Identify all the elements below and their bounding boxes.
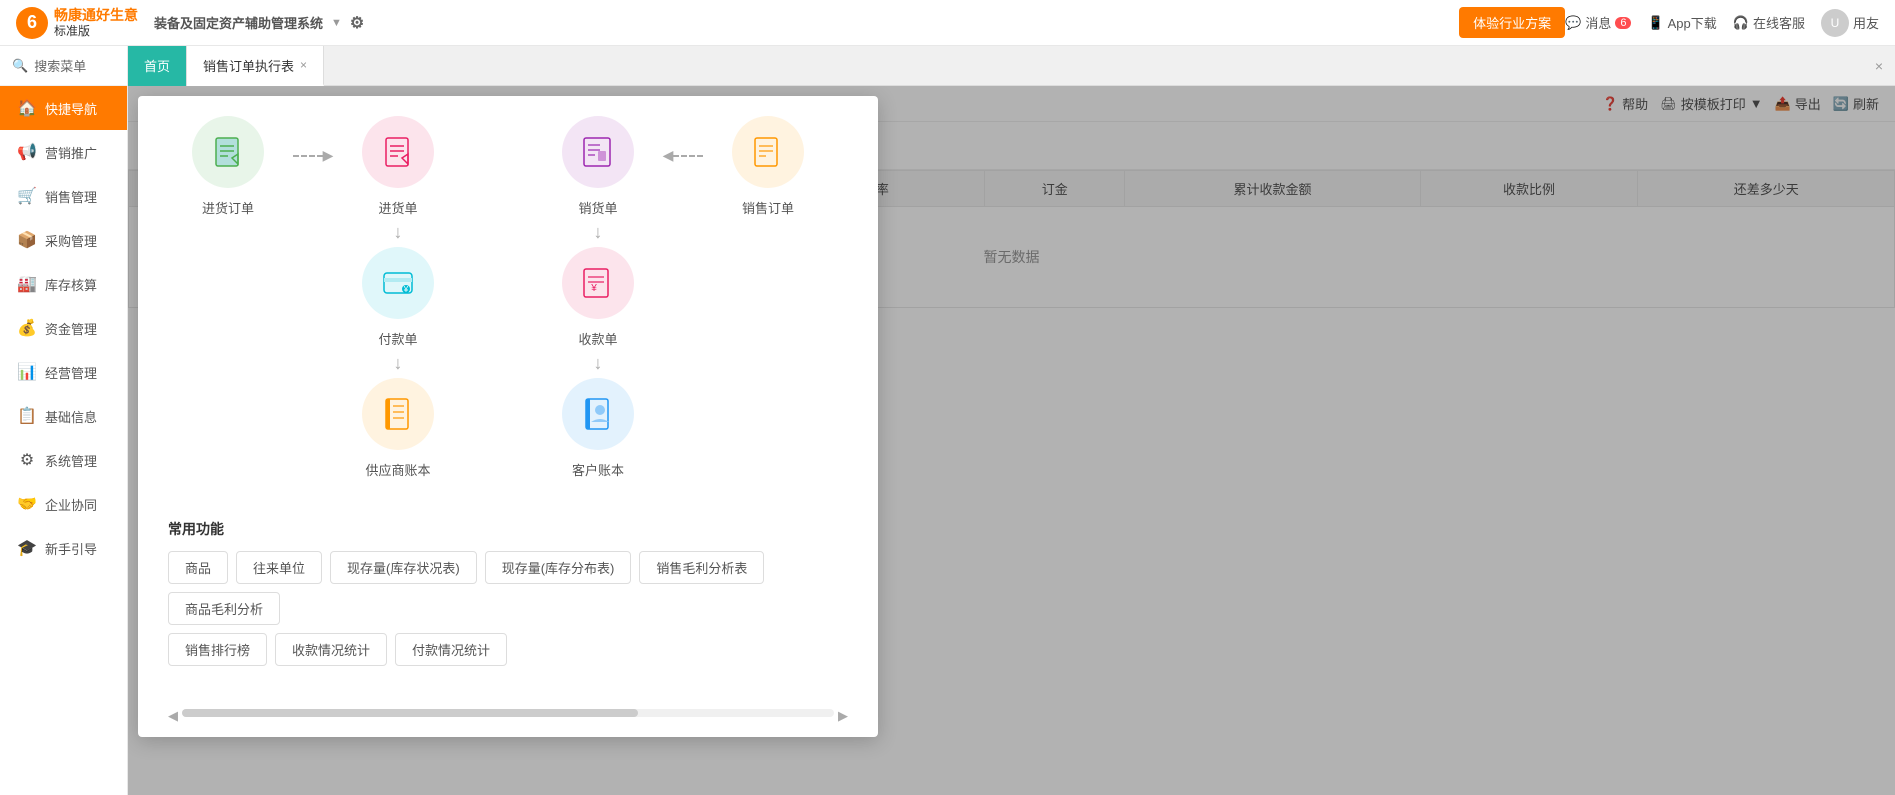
enterprise-icon: 🤝 bbox=[17, 494, 37, 514]
flow-sale-order[interactable]: 销售订单 bbox=[732, 116, 804, 217]
sidebar-item-quicknav[interactable]: 🏠 快捷导航 bbox=[0, 86, 127, 130]
scroll-thumb bbox=[182, 709, 638, 717]
func-btn-sales-rank[interactable]: 销售排行榜 bbox=[168, 633, 267, 666]
func-buttons-row-2: 销售排行榜 收款情况统计 付款情况统计 bbox=[168, 633, 848, 666]
system-icon: ⚙ bbox=[17, 450, 37, 470]
message-action[interactable]: 💬 消息 6 bbox=[1565, 13, 1631, 32]
flow-purchase-bill[interactable]: 进货单 bbox=[362, 116, 434, 217]
modal-overlay: 进货订单 ▶ bbox=[128, 86, 1895, 795]
sale-bill-circle bbox=[562, 116, 634, 188]
dropdown-icon[interactable]: ▼ bbox=[331, 17, 342, 29]
message-icon: 💬 bbox=[1565, 15, 1581, 31]
flow-supplier-ledger[interactable]: 供应商账本 bbox=[362, 378, 434, 479]
payment-bill-circle: ¥ bbox=[362, 247, 434, 319]
sidebar-item-sales[interactable]: 🛒 销售管理 bbox=[0, 174, 127, 218]
sidebar-item-guide[interactable]: 🎓 新手引导 bbox=[0, 526, 127, 570]
sale-order-circle bbox=[732, 116, 804, 188]
tab-home[interactable]: 首页 bbox=[128, 46, 187, 86]
flow-payment-bill[interactable]: ¥ 付款单 bbox=[362, 247, 434, 348]
top-actions: 💬 消息 6 📱 App下载 🎧 在线客服 U 用友 bbox=[1565, 9, 1879, 37]
basic-icon: 📋 bbox=[17, 406, 37, 426]
func-btn-inventory-dist[interactable]: 现存量(库存分布表) bbox=[485, 551, 632, 584]
close-all-tabs[interactable]: × bbox=[1863, 58, 1895, 74]
arrow-down-purchase-bill: ↓ bbox=[394, 217, 403, 247]
arrow-down-sale-bill: ↓ bbox=[594, 217, 603, 247]
common-functions-title: 常用功能 bbox=[168, 519, 848, 539]
arrow-sale-order-to-bill: ◀ bbox=[663, 147, 704, 164]
sidebar-item-basic[interactable]: 📋 基础信息 bbox=[0, 394, 127, 438]
modal-scrollbar[interactable]: ◀ ▶ bbox=[138, 704, 878, 737]
customer-ledger-circle bbox=[562, 378, 634, 450]
sales-icon: 🛒 bbox=[17, 186, 37, 206]
scroll-left-icon[interactable]: ◀ bbox=[168, 708, 178, 724]
search-menu[interactable]: 🔍 搜索菜单 bbox=[0, 46, 127, 86]
sidebar-item-marketing[interactable]: 📢 营销推广 bbox=[0, 130, 127, 174]
func-btn-product[interactable]: 商品 bbox=[168, 551, 228, 584]
func-btn-product-margin[interactable]: 商品毛利分析 bbox=[168, 592, 280, 625]
flow-customer-ledger[interactable]: 客户账本 bbox=[562, 378, 634, 479]
func-btn-inventory-status[interactable]: 现存量(库存状况表) bbox=[330, 551, 477, 584]
scroll-right-icon[interactable]: ▶ bbox=[838, 708, 848, 724]
svg-text:¥: ¥ bbox=[590, 283, 597, 294]
content-area: 首页 销售订单执行表 × × ❓ 帮助 🖨 bbox=[128, 46, 1895, 795]
inventory-icon: 🏭 bbox=[17, 274, 37, 294]
common-functions: 常用功能 商品 往来单位 现存量(库存状况表) 现存量(库存分布表) 销售毛利分… bbox=[168, 519, 848, 666]
svg-text:¥: ¥ bbox=[403, 285, 409, 294]
logo-icon: 6 bbox=[16, 7, 48, 39]
sidebar-item-inventory[interactable]: 🏭 库存核算 bbox=[0, 262, 127, 306]
func-btn-sales-margin[interactable]: 销售毛利分析表 bbox=[639, 551, 764, 584]
purchase-bill-circle bbox=[362, 116, 434, 188]
func-buttons-row-1: 商品 往来单位 现存量(库存状况表) 现存量(库存分布表) 销售毛利分析表 商品… bbox=[168, 551, 848, 625]
modal-box: 进货订单 ▶ bbox=[138, 96, 878, 737]
flow-receipt-bill[interactable]: ¥ 收款单 bbox=[562, 247, 634, 348]
service-icon: 🎧 bbox=[1733, 15, 1749, 31]
arrow-down-payment: ↓ bbox=[394, 348, 403, 378]
sidebar: 🔍 搜索菜单 🏠 快捷导航 📢 营销推广 🛒 销售管理 📦 采购管理 🏭 bbox=[0, 46, 128, 795]
user-action[interactable]: U 用友 bbox=[1821, 9, 1879, 37]
scroll-track[interactable] bbox=[182, 709, 834, 717]
receipt-bill-circle: ¥ bbox=[562, 247, 634, 319]
sidebar-item-operations[interactable]: 📊 经营管理 bbox=[0, 350, 127, 394]
online-service-action[interactable]: 🎧 在线客服 bbox=[1733, 13, 1805, 32]
purchase-icon: 📦 bbox=[17, 230, 37, 250]
flow-diagram: 进货订单 ▶ bbox=[168, 116, 848, 509]
page-content: ❓ 帮助 🖨 按模板打印 ▼ 📤 导出 🔄 刷新 bbox=[128, 86, 1895, 795]
func-btn-payment-stat[interactable]: 付款情况统计 bbox=[395, 633, 507, 666]
logo-area: 6 畅康通好生意 标准版 bbox=[16, 6, 138, 40]
flow-purchase-order[interactable]: 进货订单 bbox=[192, 116, 264, 217]
arrow-down-receipt: ↓ bbox=[594, 348, 603, 378]
sidebar-item-purchase[interactable]: 📦 采购管理 bbox=[0, 218, 127, 262]
modal-content: 进货订单 ▶ bbox=[138, 96, 878, 704]
system-title: 装备及固定资产辅助管理系统 ▼ ⚙ bbox=[154, 13, 1459, 33]
message-badge: 6 bbox=[1615, 17, 1631, 29]
sidebar-item-enterprise[interactable]: 🤝 企业协同 bbox=[0, 482, 127, 526]
quicknav-icon: 🏠 bbox=[17, 98, 37, 118]
experience-button[interactable]: 体验行业方案 bbox=[1459, 7, 1565, 38]
app-download-action[interactable]: 📱 App下载 bbox=[1647, 13, 1716, 32]
tab-close-icon[interactable]: × bbox=[300, 58, 307, 72]
finance-icon: 💰 bbox=[17, 318, 37, 338]
func-btn-receipt-stat[interactable]: 收款情况统计 bbox=[275, 633, 387, 666]
settings-icon[interactable]: ⚙ bbox=[350, 13, 364, 33]
supplier-ledger-circle bbox=[362, 378, 434, 450]
logo-text: 畅康通好生意 标准版 bbox=[54, 6, 138, 40]
download-icon: 📱 bbox=[1647, 15, 1663, 31]
flow-sale-bill[interactable]: 销货单 bbox=[562, 116, 634, 217]
marketing-icon: 📢 bbox=[17, 142, 37, 162]
func-btn-counterparty[interactable]: 往来单位 bbox=[236, 551, 322, 584]
sidebar-item-finance[interactable]: 💰 资金管理 bbox=[0, 306, 127, 350]
avatar: U bbox=[1821, 9, 1849, 37]
sidebar-item-system[interactable]: ⚙ 系统管理 bbox=[0, 438, 127, 482]
top-bar: 6 畅康通好生意 标准版 装备及固定资产辅助管理系统 ▼ ⚙ 体验行业方案 💬 … bbox=[0, 0, 1895, 46]
tab-bar: 首页 销售订单执行表 × × bbox=[128, 46, 1895, 86]
search-icon: 🔍 bbox=[12, 58, 28, 74]
tab-sales-order-exec[interactable]: 销售订单执行表 × bbox=[187, 46, 324, 86]
purchase-order-circle bbox=[192, 116, 264, 188]
guide-icon: 🎓 bbox=[17, 538, 37, 558]
operations-icon: 📊 bbox=[17, 362, 37, 382]
arrow-purchase-order-to-bill: ▶ bbox=[293, 147, 334, 164]
